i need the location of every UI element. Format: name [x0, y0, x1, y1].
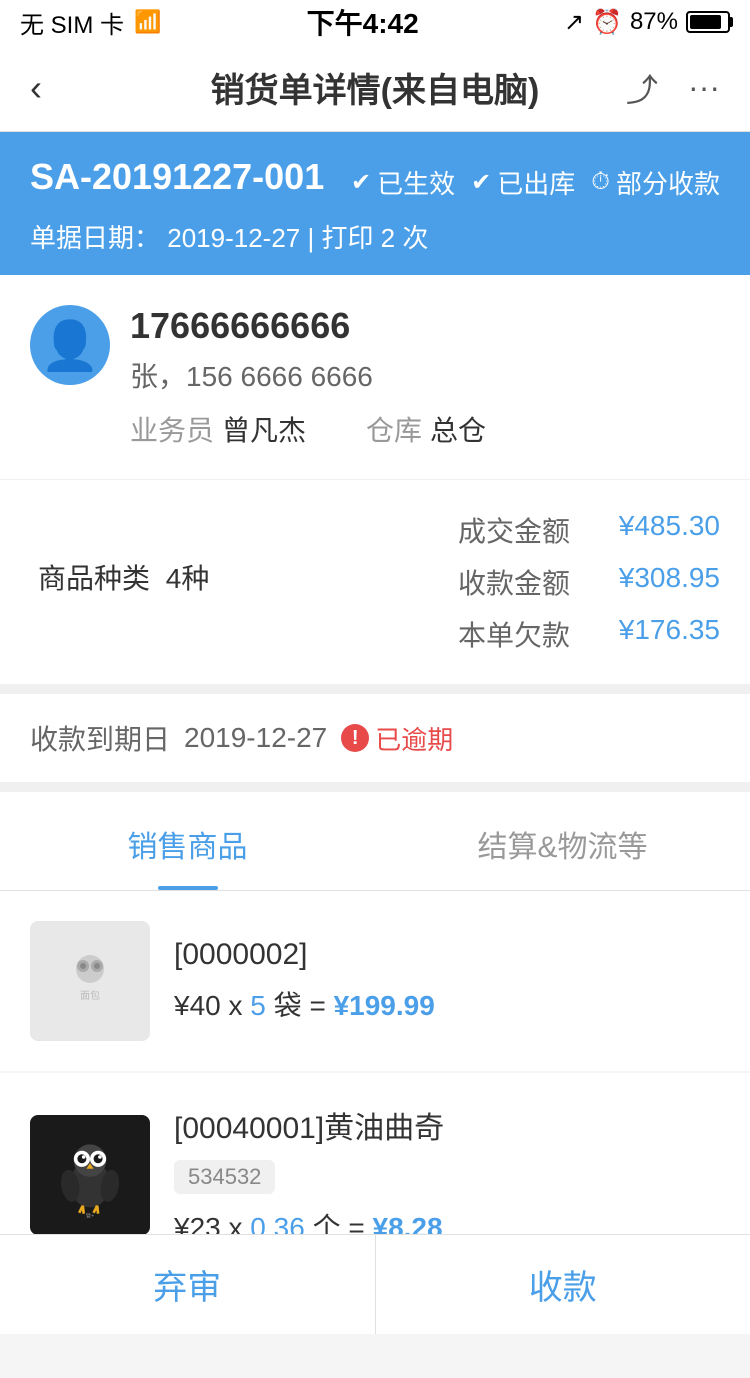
location-icon: ↗ [564, 8, 584, 37]
status-badge-partial: ⏱ 部分收款 [591, 164, 720, 201]
svg-text:面包: 面包 [80, 989, 100, 1002]
bottom-bar: 弃审 收款 [0, 1234, 750, 1334]
avatar: 👤 [30, 305, 110, 385]
product-name-cookie: [00040001]黄油曲奇 [174, 1103, 720, 1147]
owed-value: ¥176.35 [600, 614, 720, 654]
product-thumb-cookie: 管+ [30, 1115, 150, 1235]
product-item-bread: 面包 [0000002] ¥40 x 5 袋 = ¥199.99 [0, 891, 750, 1071]
customer-id: 17666666666 [130, 305, 720, 347]
cookie-thumb-icon: 管+ [45, 1130, 135, 1220]
sales-label: 业务员 [130, 409, 214, 449]
product-sku-cookie: 534532 [174, 1160, 275, 1194]
share-icon[interactable]: ⤴ [626, 65, 658, 111]
customer-section: 👤 17666666666 张，156 6666 6666 业务员 曾凡杰 仓库… [0, 275, 750, 480]
battery-percent: 87% [630, 8, 678, 36]
battery-bar [686, 11, 730, 33]
customer-name-phone: 张，156 6666 6666 [130, 355, 720, 395]
status-badge-active: ✔ 已生效 [351, 164, 455, 201]
stats-right: 成交金额 ¥485.30 收款金额 ¥308.95 本单欠款 ¥176.35 [375, 510, 720, 654]
product-info-bread: [0000002] ¥40 x 5 袋 = ¥199.99 [174, 938, 720, 1024]
nav-actions: ⤴ ··· [626, 65, 720, 111]
customer-meta: 业务员 曾凡杰 仓库 总仓 [130, 409, 720, 449]
sales-name: 曾凡杰 [222, 409, 306, 449]
svg-text:管+: 管+ [86, 1211, 95, 1219]
avatar-icon: 👤 [40, 317, 100, 374]
product-name-bread: [0000002] [174, 938, 720, 972]
order-date: 2019-12-27 [167, 223, 300, 253]
more-icon[interactable]: ··· [688, 69, 720, 106]
back-button[interactable]: ‹ [30, 67, 42, 109]
product-total-bread: ¥199.99 [334, 990, 435, 1021]
due-date-value: 2019-12-27 [184, 722, 327, 754]
check-icon-1: ✔ [351, 168, 371, 197]
bread-placeholder-icon: 面包 [50, 941, 130, 1021]
warehouse-name: 总仓 [430, 409, 486, 449]
category-label: 商品种类 [38, 563, 150, 594]
nav-bar: ‹ 销货单详情(来自电脑) ⤴ ··· [0, 44, 750, 132]
owed-row: 本单欠款 ¥176.35 [458, 614, 720, 654]
product-info-cookie: [00040001]黄油曲奇 534532 ¥23 x 0.36 个 = ¥8.… [174, 1103, 720, 1246]
product-multiply-sign-bread: x [229, 990, 251, 1021]
collected-row: 收款金额 ¥308.95 [458, 562, 720, 602]
alarm-icon: ⏰ [592, 8, 622, 37]
wifi-icon: 📶 [134, 9, 161, 35]
deal-amount-value: ¥485.30 [600, 510, 720, 550]
overdue-badge: ! 已逾期 [341, 720, 453, 757]
product-unit-bread: 袋 [274, 990, 302, 1021]
status-left: 无 SIM 卡 📶 [20, 5, 161, 40]
customer-info: 17666666666 张，156 6666 6666 业务员 曾凡杰 仓库 总… [130, 305, 720, 449]
products-list: 面包 [0000002] ¥40 x 5 袋 = ¥199.99 [0, 891, 750, 1276]
tab-settlement-label: 结算&物流等 [477, 831, 647, 864]
due-date-section: 收款到期日 2019-12-27 ! 已逾期 [0, 694, 750, 792]
tab-settlement[interactable]: 结算&物流等 [375, 792, 750, 890]
status-bar: 无 SIM 卡 📶 下午4:42 ↗ ⏰ 87% [0, 0, 750, 44]
product-price-bread: ¥40 x 5 袋 = ¥199.99 [174, 984, 720, 1024]
category-count: 4种 [166, 563, 210, 594]
meta-salesperson: 业务员 曾凡杰 [130, 409, 306, 449]
header-top-row: SA-20191227-001 ✔ 已生效 ✔ 已出库 ⏱ 部分收款 [30, 156, 720, 208]
header-date: 单据日期： 2019-12-27 | 打印 2 次 [30, 218, 720, 255]
print-info: | 打印 2 次 [307, 223, 428, 253]
warehouse-label: 仓库 [366, 409, 422, 449]
abandon-review-button[interactable]: 弃审 [0, 1235, 376, 1334]
stats-left: 商品种类 4种 [30, 510, 375, 654]
date-label: 单据日期： [30, 223, 160, 253]
tab-products[interactable]: 销售商品 [0, 792, 375, 890]
order-id: SA-20191227-001 [30, 156, 324, 198]
tabs-bar: 销售商品 结算&物流等 [0, 792, 750, 891]
product-base-price-bread: ¥40 [174, 990, 221, 1021]
collected-value: ¥308.95 [600, 562, 720, 602]
product-equals-bread: = [309, 990, 333, 1021]
stats-section: 商品种类 4种 成交金额 ¥485.30 收款金额 ¥308.95 本单欠款 ¥… [0, 480, 750, 694]
battery-fill [690, 15, 721, 29]
overdue-text: 已逾期 [375, 720, 453, 757]
status-active-label: 已生效 [377, 164, 455, 201]
page-title: 销货单详情(来自电脑) [211, 63, 540, 112]
deal-amount-label: 成交金额 [458, 510, 570, 550]
status-shipped-label: 已出库 [497, 164, 575, 201]
category-stat: 商品种类 4种 [30, 557, 375, 597]
check-icon-2: ✔ [471, 168, 491, 197]
tab-products-label: 销售商品 [128, 831, 248, 864]
due-date-label: 收款到期日 [30, 718, 170, 758]
status-badge-shipped: ✔ 已出库 [471, 164, 575, 201]
clock-icon: ⏱ [591, 168, 610, 196]
status-time: 下午4:42 [307, 2, 419, 42]
status-partial-label: 部分收款 [616, 164, 720, 201]
status-right: ↗ ⏰ 87% [564, 8, 730, 37]
overdue-icon: ! [341, 724, 369, 752]
collect-payment-button[interactable]: 收款 [376, 1235, 750, 1334]
meta-warehouse: 仓库 总仓 [366, 409, 486, 449]
product-thumb-bread: 面包 [30, 921, 150, 1041]
carrier-text: 无 SIM 卡 [20, 5, 124, 40]
deal-amount-row: 成交金额 ¥485.30 [458, 510, 720, 550]
product-qty-bread: 5 [250, 990, 266, 1021]
header-status-row: ✔ 已生效 ✔ 已出库 ⏱ 部分收款 [351, 164, 720, 201]
header-banner: SA-20191227-001 ✔ 已生效 ✔ 已出库 ⏱ 部分收款 单据日期：… [0, 132, 750, 275]
owed-label: 本单欠款 [458, 614, 570, 654]
collected-label: 收款金额 [458, 562, 570, 602]
